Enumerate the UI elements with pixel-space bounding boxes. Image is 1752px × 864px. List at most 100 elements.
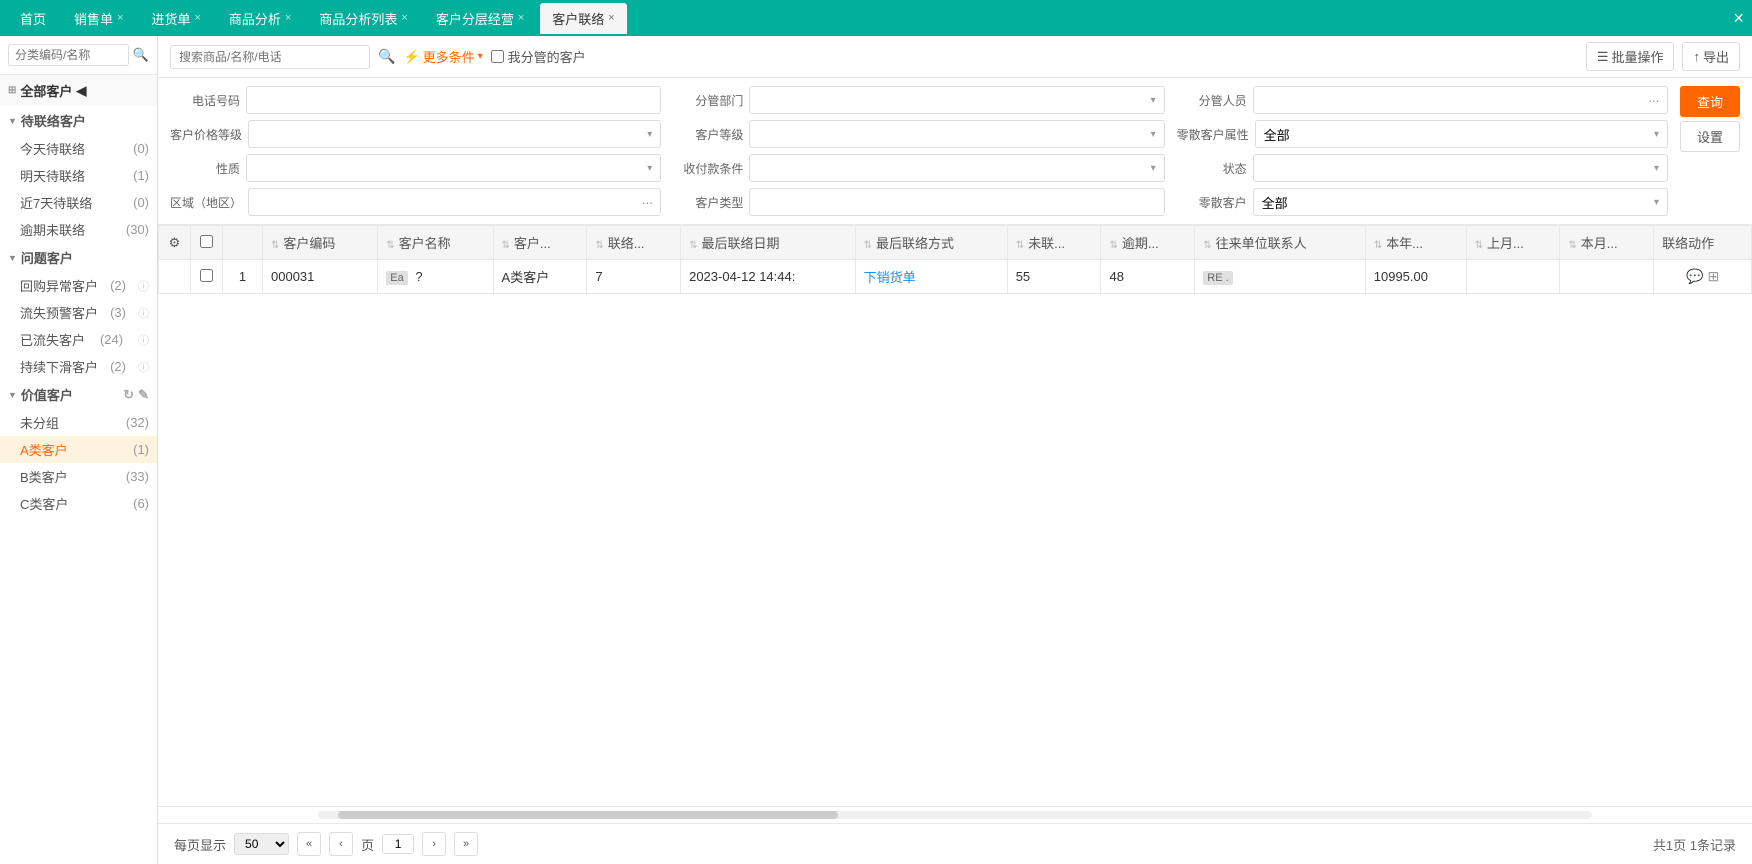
horizontal-scrollbar[interactable] [158, 806, 1752, 823]
grid-action-icon[interactable]: ⊞ [1707, 268, 1719, 285]
home-tab[interactable]: 首页 [8, 3, 58, 34]
value-triangle-icon: ▼ [8, 390, 17, 400]
my-customers-checkbox-label[interactable]: 我分管的客户 [491, 47, 586, 66]
sidebar-group-value[interactable]: ▼ 价值客户 ↻ ✎ [0, 380, 157, 409]
sidebar-item-week[interactable]: 近7天待联络 (0) [0, 189, 157, 216]
main-search-input[interactable] [170, 45, 370, 69]
next-page-button[interactable]: › [422, 832, 446, 856]
status-select[interactable]: ▾ [1253, 154, 1668, 182]
sidebar-group-problem[interactable]: ▼ 问题客户 [0, 243, 157, 272]
overdue-column-header[interactable]: ⇅逾期... [1101, 226, 1195, 260]
content-area: 🔍 ⚡ 更多条件 ▾ 我分管的客户 ☰ 批量操作 ↑ 导出 [158, 36, 1752, 864]
tab-purchase[interactable]: 进货单 × [139, 3, 212, 34]
scroll-thumb[interactable] [338, 811, 838, 819]
row-last-month [1466, 260, 1560, 294]
gear-column-header[interactable]: ⚙ [159, 226, 191, 260]
filter-actions: ☰ 批量操作 ↑ 导出 [1586, 42, 1740, 71]
close-customer-contact-tab[interactable]: × [608, 12, 614, 24]
window-close-button[interactable]: × [1733, 8, 1744, 29]
last-month-column-header[interactable]: ⇅上月... [1466, 226, 1560, 260]
region-select[interactable]: ··· [248, 188, 661, 216]
sidebar-item-overdue[interactable]: 逾期未联络 (30) [0, 216, 157, 243]
chat-action-icon[interactable]: 💬 [1686, 268, 1703, 285]
row-select-checkbox[interactable] [200, 269, 213, 282]
close-goods-analysis-list-tab[interactable]: × [401, 12, 407, 24]
prev-page-button[interactable]: ‹ [329, 832, 353, 856]
refresh-icon[interactable]: ↻ [123, 387, 134, 403]
my-customers-checkbox[interactable] [491, 50, 504, 63]
close-goods-analysis-tab[interactable]: × [285, 12, 291, 24]
scatter-attr-label: 零散客户属性 [1177, 126, 1249, 143]
top-navigation: 首页 销售单 × 进货单 × 商品分析 × 商品分析列表 × 客户分层经营 × … [0, 0, 1752, 36]
sidebar-item-ungrouped[interactable]: 未分组 (32) [0, 409, 157, 436]
close-purchase-tab[interactable]: × [194, 12, 200, 24]
filter-field-nature: 性质 ▾ [170, 154, 661, 182]
dept-select[interactable]: ▾ [749, 86, 1164, 114]
main-search-button[interactable]: 🔍 [378, 48, 395, 65]
tab-customer-segment[interactable]: 客户分层经营 × [424, 3, 536, 34]
checkbox-column-header[interactable] [191, 226, 223, 260]
contact-column-header[interactable]: ⇅联络... [587, 226, 681, 260]
manager-select[interactable]: ··· [1253, 86, 1668, 114]
row-checkbox[interactable] [191, 260, 223, 294]
sidebar-item-today[interactable]: 今天待联络 (0) [0, 135, 157, 162]
first-page-button[interactable]: « [297, 832, 321, 856]
sidebar-item-a-class[interactable]: A类客户 (1) [0, 436, 157, 463]
payment-select[interactable]: ▾ [749, 154, 1164, 182]
code-column-header[interactable]: ⇅客户编码 [263, 226, 378, 260]
this-month-column-header[interactable]: ⇅本月... [1560, 226, 1654, 260]
sidebar-item-declining[interactable]: 持续下滑客户 (2) ⓘ [0, 353, 157, 380]
unit-contact-column-header[interactable]: ⇅往来单位联系人 [1195, 226, 1365, 260]
filter-row-1: 电话号码 分管部门 ▾ 分管人员 [170, 86, 1668, 114]
price-level-label: 客户价格等级 [170, 126, 242, 143]
customer-type-input[interactable] [749, 188, 1164, 216]
tab-goods-analysis[interactable]: 商品分析 × [217, 3, 303, 34]
sidebar-collapse-icon[interactable]: ◀ [76, 83, 86, 99]
scatter-attr-select[interactable]: 全部 ▾ [1255, 120, 1668, 148]
scatter-select[interactable]: 全部 ▾ [1253, 188, 1668, 216]
customer-level-select[interactable]: ▾ [749, 120, 1164, 148]
this-year-column-header[interactable]: ⇅本年... [1365, 226, 1466, 260]
close-customer-segment-tab[interactable]: × [518, 12, 524, 24]
sidebar-search-input[interactable] [8, 44, 129, 66]
main-layout: 🔍 ⊞ 全部客户 ◀ ▼ 待联络客户 今天待联络 (0) 明天待联络 (1) 近… [0, 36, 1752, 864]
edit-icon[interactable]: ✎ [138, 387, 149, 403]
page-number-input[interactable] [382, 834, 414, 854]
sidebar-item-churned[interactable]: 已流失客户 (24) ⓘ [0, 326, 157, 353]
query-button[interactable]: 查询 [1680, 86, 1740, 117]
no-contact-column-header[interactable]: ⇅未联... [1007, 226, 1101, 260]
sidebar-item-repurchase-abnormal[interactable]: 回购异常客户 (2) ⓘ [0, 272, 157, 299]
per-page-select[interactable]: 50 20 100 [234, 833, 289, 855]
tab-customer-contact[interactable]: 客户联络 × [540, 3, 626, 34]
sidebar-all-customers[interactable]: ⊞ 全部客户 ◀ [0, 75, 157, 106]
sidebar-group-pending[interactable]: ▼ 待联络客户 [0, 106, 157, 135]
nature-select[interactable]: ▾ [246, 154, 661, 182]
price-level-chevron: ▾ [647, 129, 652, 140]
sidebar-item-tomorrow[interactable]: 明天待联络 (1) [0, 162, 157, 189]
payment-label: 收付款条件 [673, 160, 743, 177]
tab-goods-analysis-list[interactable]: 商品分析列表 × [307, 3, 419, 34]
export-button[interactable]: ↑ 导出 [1682, 42, 1740, 71]
tab-sales[interactable]: 销售单 × [62, 3, 135, 34]
status-label: 状态 [1177, 160, 1247, 177]
settings-button[interactable]: 设置 [1680, 121, 1740, 152]
row-last-contact-method[interactable]: 下销货单 [855, 260, 1007, 294]
last-contact-method-column-header[interactable]: ⇅最后联络方式 [855, 226, 1007, 260]
name-column-header[interactable]: ⇅客户名称 [378, 226, 493, 260]
phone-input[interactable] [246, 86, 661, 114]
last-contact-link[interactable]: 下销货单 [864, 270, 916, 285]
price-level-select[interactable]: ▾ [248, 120, 661, 148]
batch-op-button[interactable]: ☰ 批量操作 [1586, 42, 1675, 71]
close-sales-tab[interactable]: × [117, 12, 123, 24]
sidebar-item-b-class[interactable]: B类客户 (33) [0, 463, 157, 490]
info-icon-churn: ⓘ [138, 305, 149, 321]
category-column-header[interactable]: ⇅客户... [493, 226, 587, 260]
scatter-chevron: ▾ [1654, 197, 1659, 208]
sidebar-item-churn-warning[interactable]: 流失预警客户 (3) ⓘ [0, 299, 157, 326]
more-filters-button[interactable]: ⚡ 更多条件 ▾ [403, 47, 482, 66]
last-contact-date-column-header[interactable]: ⇅最后联络日期 [681, 226, 856, 260]
sidebar-item-c-class[interactable]: C类客户 (6) [0, 490, 157, 517]
sidebar-search-icon[interactable]: 🔍 [133, 47, 149, 63]
last-page-button[interactable]: » [454, 832, 478, 856]
select-all-checkbox[interactable] [200, 235, 213, 248]
